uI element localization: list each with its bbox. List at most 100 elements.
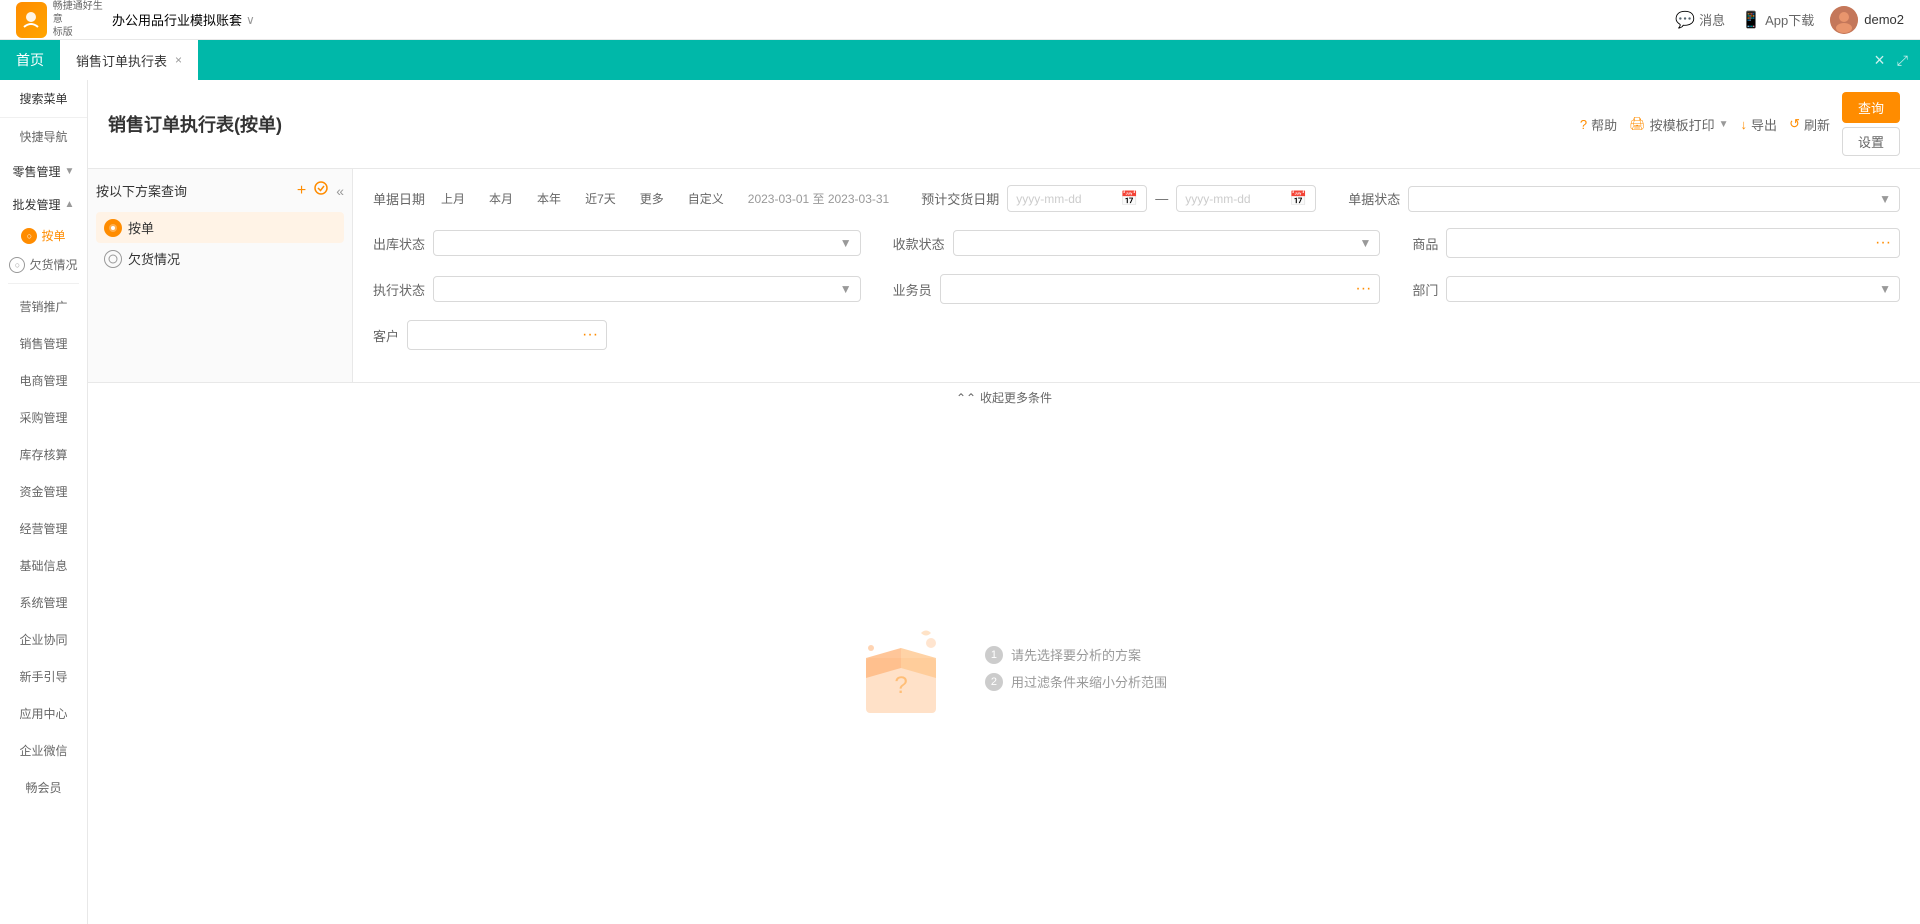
filter-inner: 按以下方案查询 + « bbox=[88, 169, 1920, 382]
print-button[interactable]: 🖨 按模板打印 ▼ bbox=[1629, 115, 1728, 134]
date-range-text: 2023-03-01 至 2023-03-31 bbox=[748, 190, 889, 207]
filter-receipt-status-field: 收款状态 ▼ bbox=[893, 230, 1381, 256]
execution-status-label: 执行状态 bbox=[373, 280, 425, 299]
sidebar-item-retail[interactable]: 零售管理 ▼ bbox=[0, 155, 87, 188]
plan-item-by-debt[interactable]: 欠货情况 bbox=[96, 243, 344, 274]
edit-plan-button[interactable] bbox=[314, 181, 328, 200]
sidebar-search[interactable]: 搜索菜单 bbox=[0, 80, 87, 118]
tab-sales-order[interactable]: 销售订单执行表 × bbox=[60, 40, 198, 80]
refresh-button[interactable]: ↺ 刷新 bbox=[1789, 115, 1830, 134]
sidebar-item-sales[interactable]: 销售管理 bbox=[0, 325, 87, 362]
sidebar-item-purchase[interactable]: 采购管理 bbox=[0, 399, 87, 436]
app-download-button[interactable]: 📱 App下载 bbox=[1741, 10, 1814, 30]
sidebar-item-ops[interactable]: 经营管理 bbox=[0, 510, 87, 547]
logo-text: 畅捷通好生意 标版 bbox=[53, 0, 104, 39]
plan-item-by-order[interactable]: 按单 bbox=[96, 212, 344, 243]
sidebar-item-basic-info[interactable]: 基础信息 bbox=[0, 547, 87, 584]
sidebar-sub-item-press-order[interactable]: ○ 按单 bbox=[0, 221, 87, 250]
filter-execution-status-field: 执行状态 ▼ bbox=[373, 276, 861, 302]
breadcrumb[interactable]: 办公用品行业模拟账套 ∨ bbox=[104, 10, 1675, 29]
help-icon: ? bbox=[1580, 117, 1587, 132]
sidebar-item-enterprise[interactable]: 企业协同 bbox=[0, 621, 87, 658]
sidebar-item-quick-nav[interactable]: 快捷导航 bbox=[0, 118, 87, 155]
date-end-placeholder: yyyy-mm-dd bbox=[1185, 192, 1250, 206]
date-tag-last-month[interactable]: 上月 bbox=[433, 187, 473, 210]
wholesale-expand-icon: ▲ bbox=[65, 199, 75, 210]
salesperson-label: 业务员 bbox=[893, 280, 932, 299]
breadcrumb-text: 办公用品行业模拟账套 bbox=[112, 10, 242, 29]
salesperson-select[interactable]: ··· bbox=[940, 274, 1381, 304]
help-button[interactable]: ? 帮助 bbox=[1580, 115, 1617, 134]
sidebar-sub-item-debt[interactable]: ○ 欠货情况 bbox=[0, 250, 87, 279]
receipt-status-label: 收款状态 bbox=[893, 234, 945, 253]
expected-date-end-input[interactable]: yyyy-mm-dd 📅 bbox=[1176, 185, 1316, 212]
empty-step-2: 2 用过滤条件来缩小分析范围 bbox=[985, 672, 1167, 691]
query-button[interactable]: 查询 bbox=[1842, 92, 1900, 123]
receipt-dropdown-icon: ▼ bbox=[1359, 236, 1371, 250]
execution-status-select[interactable]: ▼ bbox=[433, 276, 861, 302]
date-tag-7days[interactable]: 近7天 bbox=[577, 187, 624, 210]
step-2-text: 用过滤条件来缩小分析范围 bbox=[1011, 672, 1167, 691]
left-panel-icon-group: + « bbox=[297, 181, 344, 200]
avatar bbox=[1830, 6, 1858, 34]
export-button[interactable]: ↓ 导出 bbox=[1741, 115, 1778, 134]
salesperson-dots-button[interactable]: ··· bbox=[1355, 280, 1371, 298]
page-title: 销售订单执行表(按单) bbox=[108, 111, 282, 137]
breadcrumb-dropdown-icon[interactable]: ∨ bbox=[246, 13, 255, 27]
filter-row-2: 出库状态 ▼ 收款状态 ▼ bbox=[373, 228, 1900, 258]
product-dots-button[interactable]: ··· bbox=[1875, 234, 1891, 252]
top-bar: 畅捷通好生意 标版 办公用品行业模拟账套 ∨ 💬 消息 📱 App下载 demo… bbox=[0, 0, 1920, 40]
print-dropdown-icon: ▼ bbox=[1719, 119, 1729, 130]
filter-delivery-status-field: 出库状态 ▼ bbox=[373, 230, 861, 256]
date-tag-more[interactable]: 更多 bbox=[632, 187, 672, 210]
filter-row-3: 执行状态 ▼ 业务员 ··· bbox=[373, 274, 1900, 304]
close-window-button[interactable]: × bbox=[1874, 50, 1885, 71]
filter-date-field: 单据日期 上月 本月 本年 近7天 更多 自定义 bbox=[373, 187, 732, 210]
date-separator: — bbox=[1155, 191, 1168, 206]
message-button[interactable]: 💬 消息 bbox=[1675, 10, 1725, 30]
product-select[interactable]: ··· bbox=[1446, 228, 1900, 258]
delivery-status-select[interactable]: ▼ bbox=[433, 230, 861, 256]
customer-select[interactable]: ··· bbox=[407, 320, 607, 350]
collapse-bar[interactable]: ⌃⌃ 收起更多条件 bbox=[88, 382, 1920, 412]
customer-dots-button[interactable]: ··· bbox=[582, 326, 598, 344]
sidebar-item-inventory[interactable]: 库存核算 bbox=[0, 436, 87, 473]
sidebar-item-wechat[interactable]: 企业微信 bbox=[0, 732, 87, 769]
expected-date-start-input[interactable]: yyyy-mm-dd 📅 bbox=[1007, 185, 1147, 212]
filter-product-field: 商品 ··· bbox=[1412, 228, 1900, 258]
maximize-window-button[interactable]: ⤢ bbox=[1897, 52, 1908, 69]
top-right-area: 💬 消息 📱 App下载 demo2 bbox=[1675, 6, 1904, 34]
add-plan-button[interactable]: + bbox=[297, 182, 306, 200]
right-filter-area: 单据日期 上月 本月 本年 近7天 更多 自定义 2023-03-0 bbox=[353, 169, 1920, 382]
sidebar-item-marketing[interactable]: 营销推广 bbox=[0, 288, 87, 325]
date-tag-this-year[interactable]: 本年 bbox=[529, 187, 569, 210]
plan-inactive-icon bbox=[104, 250, 122, 268]
press-order-icon: ○ bbox=[21, 228, 37, 244]
plan-by-order-label: 按单 bbox=[128, 218, 154, 237]
user-name-label: demo2 bbox=[1864, 12, 1904, 27]
plan-active-icon bbox=[104, 219, 122, 237]
sidebar-item-wholesale[interactable]: 批发管理 ▲ bbox=[0, 188, 87, 221]
filter-date-range-display: 2023-03-01 至 2023-03-31 bbox=[748, 190, 889, 207]
filter-row-4: 客户 ··· bbox=[373, 320, 1900, 350]
page-header: 销售订单执行表(按单) ? 帮助 🖨 按模板打印 ▼ ↓ 导出 ↺ 刷新 bbox=[88, 80, 1920, 169]
sidebar-item-ecommerce[interactable]: 电商管理 bbox=[0, 362, 87, 399]
sidebar-item-finance[interactable]: 资金管理 bbox=[0, 473, 87, 510]
date-tag-this-month[interactable]: 本月 bbox=[481, 187, 521, 210]
status-select[interactable]: ▼ bbox=[1408, 186, 1900, 212]
receipt-status-select[interactable]: ▼ bbox=[953, 230, 1381, 256]
settings-button[interactable]: 设置 bbox=[1842, 127, 1900, 156]
filter-status-field: 单据状态 ▼ bbox=[1348, 186, 1900, 212]
date-tag-custom[interactable]: 自定义 bbox=[680, 187, 732, 210]
sidebar-item-system[interactable]: 系统管理 bbox=[0, 584, 87, 621]
department-select[interactable]: ▼ bbox=[1446, 276, 1900, 302]
tab-close-button[interactable]: × bbox=[175, 53, 182, 67]
collapse-left-panel-button[interactable]: « bbox=[336, 183, 344, 199]
sidebar-item-guide[interactable]: 新手引导 bbox=[0, 658, 87, 695]
user-area[interactable]: demo2 bbox=[1830, 6, 1904, 34]
window-controls: × ⤢ bbox=[1862, 50, 1920, 71]
filter-expected-date-field: 预计交货日期 yyyy-mm-dd 📅 — yyyy-mm-dd 📅 bbox=[921, 185, 1316, 212]
tab-home[interactable]: 首页 bbox=[0, 40, 60, 80]
sidebar-item-app-center[interactable]: 应用中心 bbox=[0, 695, 87, 732]
sidebar-item-member[interactable]: 畅会员 bbox=[0, 769, 87, 806]
